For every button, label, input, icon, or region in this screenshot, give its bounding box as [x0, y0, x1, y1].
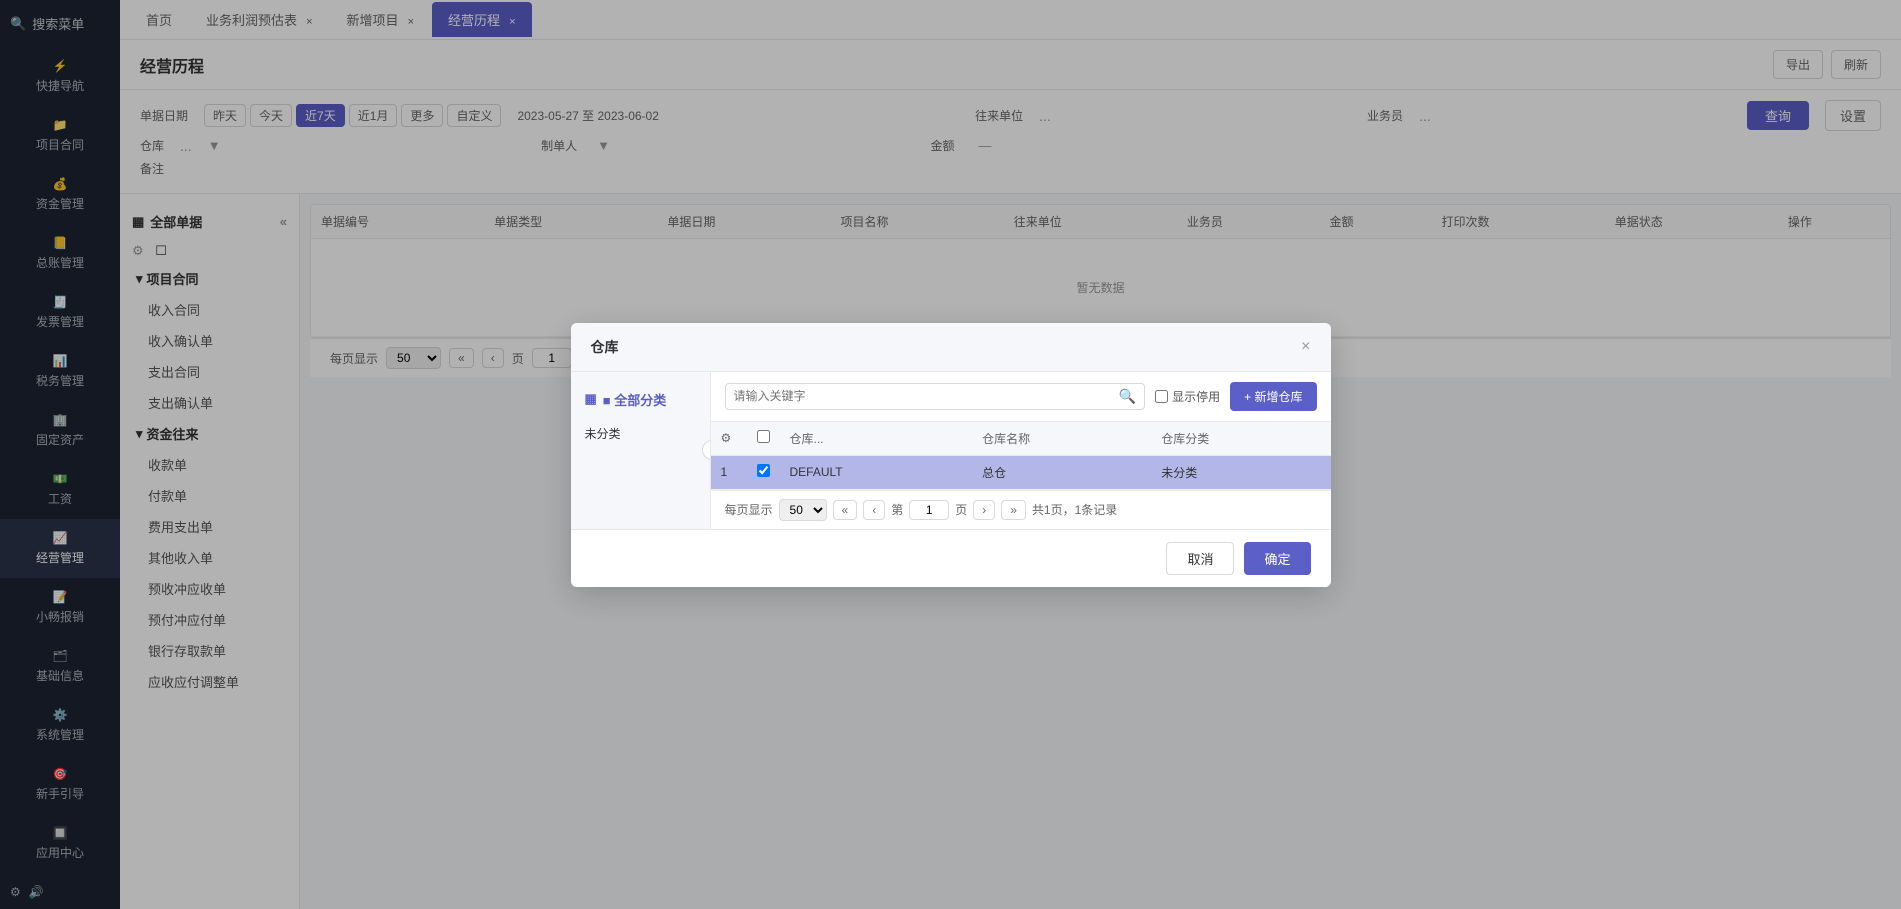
select-all-checkbox[interactable]: [757, 430, 770, 443]
warehouse-row-1[interactable]: 1 DEFAULT 总仓 未分类: [711, 455, 1331, 489]
add-warehouse-button[interactable]: + 新增仓库: [1230, 382, 1316, 411]
row-code-1: DEFAULT: [780, 455, 973, 489]
dialog-overlay: 仓库 × ▦ ■ 全部分类 未分类 ‹: [0, 0, 1901, 909]
th-name: 仓库名称: [972, 422, 1151, 456]
grid-icon-small: ▦: [585, 391, 597, 407]
dialog-title: 仓库: [591, 337, 619, 357]
row-id-1: 1: [711, 455, 747, 489]
dialog-next-btn[interactable]: ›: [973, 500, 995, 520]
dialog-uncategorized[interactable]: 未分类: [571, 417, 710, 450]
warehouse-search-input[interactable]: [734, 389, 1115, 403]
dialog-page-size-select[interactable]: 50 10 20: [779, 499, 827, 521]
dialog-prev-btn[interactable]: ‹: [863, 500, 885, 520]
uncategorized-label: 未分类: [585, 425, 621, 442]
dialog-toolbar: 🔍 显示停用 + 新增仓库: [711, 372, 1331, 422]
th-name-label: 仓库名称: [982, 432, 1030, 446]
dialog-all-category[interactable]: ▦ ■ 全部分类: [571, 382, 710, 417]
dialog-last-btn[interactable]: »: [1001, 500, 1026, 520]
dialog-left-panel: ▦ ■ 全部分类 未分类 ‹: [571, 372, 711, 529]
dialog-page-size-label: 每页显示: [725, 501, 773, 518]
dialog-page-suffix: 页: [955, 501, 967, 518]
th-category: 仓库分类: [1151, 422, 1330, 456]
search-box: 🔍: [725, 383, 1146, 410]
left-panel-collapse-btn[interactable]: ‹: [702, 440, 711, 460]
th-gear: ⚙: [711, 422, 747, 456]
dialog-total-info: 共1页，1条记录: [1032, 501, 1117, 518]
dialog-footer: 取消 确定: [571, 529, 1331, 587]
dialog-page-label: 第: [891, 501, 903, 518]
row-category-1: 未分类: [1151, 455, 1330, 489]
warehouse-table-header: ⚙ 仓库... 仓库名称 仓库分类: [711, 422, 1331, 456]
dialog-right-panel: 🔍 显示停用 + 新增仓库 ⚙: [711, 372, 1331, 529]
show-disabled-label: 显示停用: [1172, 388, 1220, 405]
all-category-label: ■ 全部分类: [603, 390, 666, 409]
th-code: 仓库...: [780, 422, 973, 456]
dialog-close-button[interactable]: ×: [1301, 338, 1310, 356]
warehouse-dialog: 仓库 × ▦ ■ 全部分类 未分类 ‹: [571, 323, 1331, 587]
dialog-first-btn[interactable]: «: [833, 500, 858, 520]
warehouse-table-body: 1 DEFAULT 总仓 未分类: [711, 455, 1331, 489]
search-icon: 🔍: [1119, 388, 1136, 405]
show-disabled-checkbox-label[interactable]: 显示停用: [1155, 388, 1220, 405]
row-check-1[interactable]: [747, 455, 780, 489]
th-check: [747, 422, 780, 456]
show-disabled-checkbox[interactable]: [1155, 390, 1168, 403]
cancel-button[interactable]: 取消: [1166, 542, 1234, 575]
row-name-1: 总仓: [972, 455, 1151, 489]
dialog-pagination: 每页显示 50 10 20 « ‹ 第 页 › » 共1页，1条记录: [711, 490, 1331, 529]
warehouse-table: ⚙ 仓库... 仓库名称 仓库分类: [711, 422, 1331, 490]
dialog-header: 仓库 ×: [571, 323, 1331, 372]
th-category-label: 仓库分类: [1161, 432, 1209, 446]
dialog-body: ▦ ■ 全部分类 未分类 ‹ 🔍 显示停用: [571, 372, 1331, 529]
confirm-button[interactable]: 确定: [1244, 542, 1310, 575]
dialog-page-input[interactable]: [909, 500, 949, 520]
dialog-table-area: ⚙ 仓库... 仓库名称 仓库分类: [711, 422, 1331, 490]
th-code-label: 仓库...: [790, 432, 824, 446]
